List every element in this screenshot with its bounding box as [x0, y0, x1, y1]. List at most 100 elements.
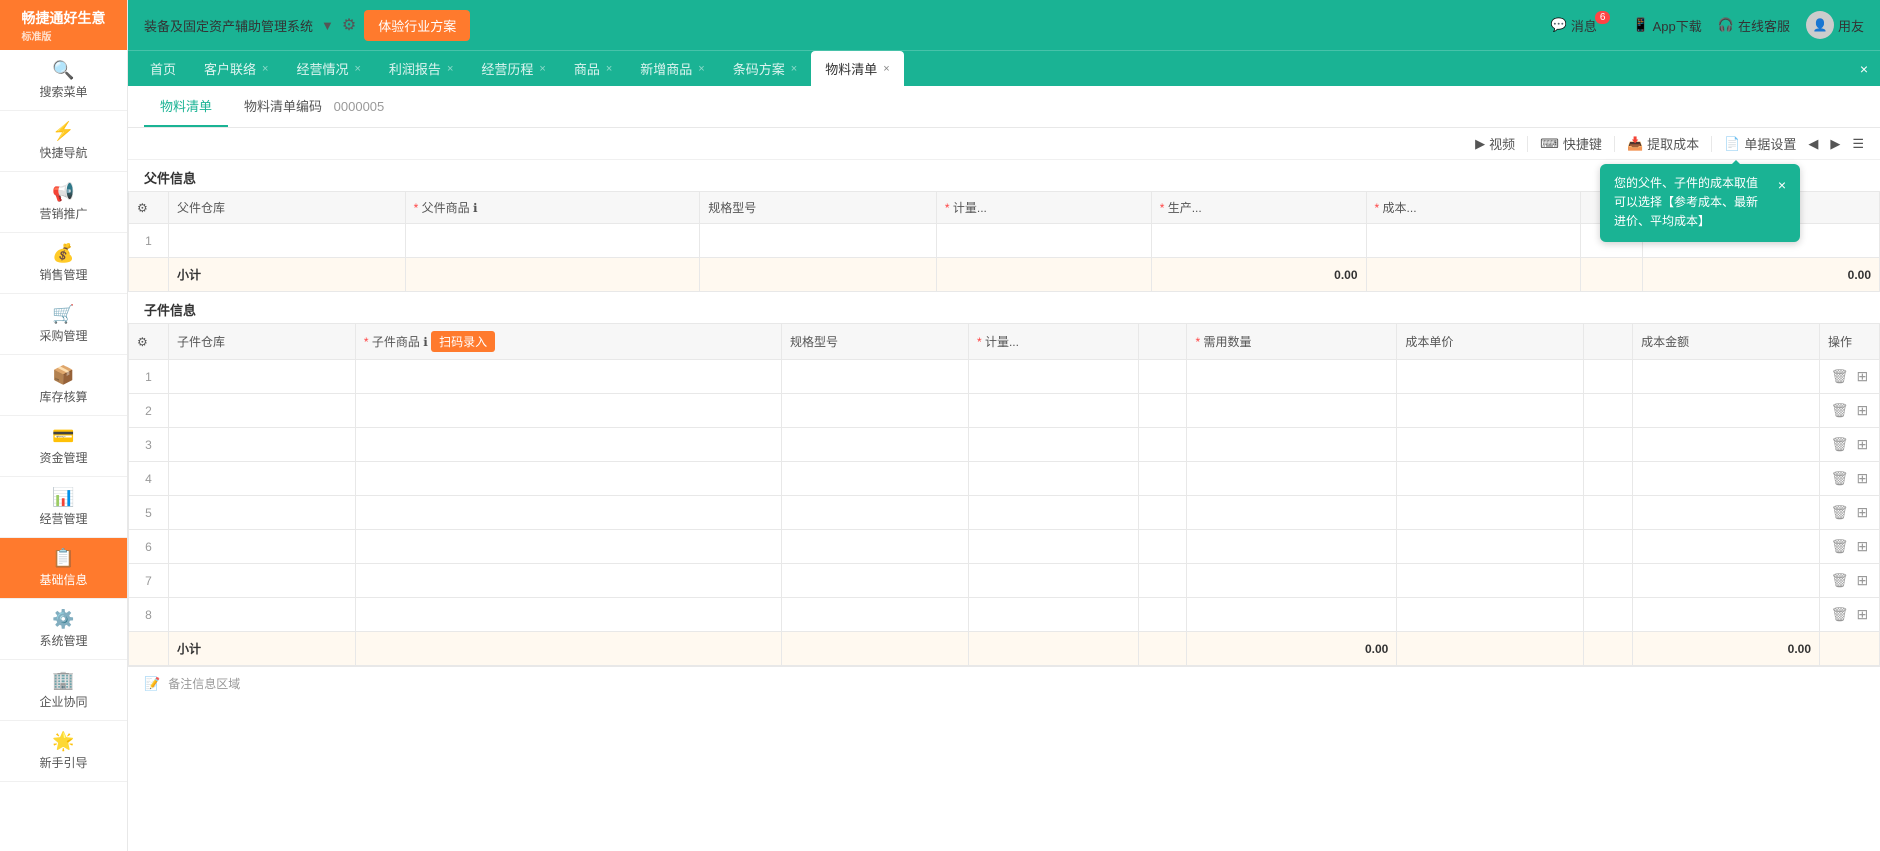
tab-close-客户联络[interactable]: ×	[262, 63, 268, 75]
child-row-2-unit-cost[interactable]	[1397, 394, 1584, 428]
delete-icon-4[interactable]: 🗑	[1831, 470, 1849, 487]
child-row-8-unit[interactable]	[968, 598, 1138, 632]
child-row-6-spec[interactable]	[782, 530, 969, 564]
child-row-8-product[interactable]	[355, 598, 781, 632]
child-row-7-product[interactable]	[355, 564, 781, 598]
copy-icon-7[interactable]: ⊞	[1857, 572, 1869, 589]
child-row-3-product[interactable]	[355, 428, 781, 462]
sidebar-item-basic-info[interactable]: 📋基础信息	[0, 538, 127, 599]
sidebar-item-quick-nav[interactable]: ⚡快捷导航	[0, 111, 127, 172]
child-col-settings[interactable]: ⚙	[129, 324, 169, 360]
nav-tab-经营情况[interactable]: 经营情况×	[282, 51, 374, 86]
copy-icon-4[interactable]: ⊞	[1857, 470, 1869, 487]
child-row-5-warehouse[interactable]	[169, 496, 356, 530]
child-row-7-warehouse[interactable]	[169, 564, 356, 598]
delete-icon-2[interactable]: 🗑	[1831, 402, 1849, 419]
video-button[interactable]: ▶ 视频	[1475, 134, 1515, 153]
child-row-4-qty[interactable]	[1187, 462, 1397, 496]
prev-button[interactable]: ◀	[1808, 136, 1818, 152]
delete-icon-6[interactable]: 🗑	[1831, 538, 1849, 555]
child-row-6-unit[interactable]	[968, 530, 1138, 564]
tab-close-利润报告[interactable]: ×	[447, 63, 453, 75]
system-dropdown-icon[interactable]: ▼	[321, 18, 334, 33]
child-row-3-warehouse[interactable]	[169, 428, 356, 462]
sidebar-item-search[interactable]: 🔍搜索菜单	[0, 50, 127, 111]
child-row-8-spec[interactable]	[782, 598, 969, 632]
delete-icon-8[interactable]: 🗑	[1831, 606, 1849, 623]
delete-icon-5[interactable]: 🗑	[1831, 504, 1849, 521]
nav-tab-物料清单[interactable]: 物料清单×	[811, 51, 903, 86]
extract-cost-button[interactable]: 📥 提取成本	[1627, 134, 1699, 153]
tab-close-商品[interactable]: ×	[606, 63, 612, 75]
online-service-action[interactable]: 🎧 在线客服	[1718, 16, 1790, 35]
child-row-4-unit-cost[interactable]	[1397, 462, 1584, 496]
child-row-5-unit-cost[interactable]	[1397, 496, 1584, 530]
child-row-2-qty[interactable]	[1187, 394, 1397, 428]
child-row-7-unit-cost[interactable]	[1397, 564, 1584, 598]
app-download-action[interactable]: 📱 App下载	[1632, 16, 1701, 35]
child-row-3-unit[interactable]	[968, 428, 1138, 462]
sub-tab-bom-code[interactable]: 物料清单编码 0000005	[228, 86, 400, 127]
tab-close-物料清单[interactable]: ×	[883, 63, 889, 75]
child-row-5-spec[interactable]	[782, 496, 969, 530]
trial-button[interactable]: 体验行业方案	[364, 10, 470, 41]
nav-tab-首页[interactable]: 首页	[136, 51, 190, 86]
child-row-2-unit[interactable]	[968, 394, 1138, 428]
sidebar-item-marketing[interactable]: 📢营销推广	[0, 172, 127, 233]
settings-icon[interactable]: ⚙	[342, 15, 356, 35]
tab-close-经营情况[interactable]: ×	[354, 63, 360, 75]
copy-icon-6[interactable]: ⊞	[1857, 538, 1869, 555]
sub-tab-bom-list[interactable]: 物料清单	[144, 86, 228, 127]
sidebar-item-inventory[interactable]: 📦库存核算	[0, 355, 127, 416]
parent-row-1-product[interactable]	[405, 224, 700, 258]
user-action[interactable]: 👤 用友	[1806, 11, 1864, 39]
nav-tab-经营历程[interactable]: 经营历程×	[467, 51, 559, 86]
nav-tab-新增商品[interactable]: 新增商品×	[626, 51, 718, 86]
shortcut-button[interactable]: ⌨ 快捷键	[1540, 134, 1602, 153]
child-row-4-product[interactable]	[355, 462, 781, 496]
child-row-4-unit[interactable]	[968, 462, 1138, 496]
child-row-8-qty[interactable]	[1187, 598, 1397, 632]
copy-icon-8[interactable]: ⊞	[1857, 606, 1869, 623]
sidebar-item-guide[interactable]: 🌟新手引导	[0, 721, 127, 782]
child-row-1-qty[interactable]	[1187, 360, 1397, 394]
tab-close-新增商品[interactable]: ×	[698, 63, 704, 75]
parent-row-1-spec[interactable]	[700, 224, 937, 258]
delete-icon-1[interactable]: 🗑	[1831, 368, 1849, 385]
nav-tab-客户联络[interactable]: 客户联络×	[190, 51, 282, 86]
child-row-6-warehouse[interactable]	[169, 530, 356, 564]
child-row-8-unit-cost[interactable]	[1397, 598, 1584, 632]
child-row-3-qty[interactable]	[1187, 428, 1397, 462]
copy-icon-5[interactable]: ⊞	[1857, 504, 1869, 521]
child-row-6-qty[interactable]	[1187, 530, 1397, 564]
parent-row-1-production[interactable]	[1151, 224, 1366, 258]
tab-close-条码方案[interactable]: ×	[791, 63, 797, 75]
tooltip-close-button[interactable]: ×	[1778, 174, 1786, 196]
child-row-5-unit[interactable]	[968, 496, 1138, 530]
child-row-4-warehouse[interactable]	[169, 462, 356, 496]
child-row-3-spec[interactable]	[782, 428, 969, 462]
sidebar-item-purchase[interactable]: 🛒采购管理	[0, 294, 127, 355]
child-row-8-warehouse[interactable]	[169, 598, 356, 632]
message-action[interactable]: 💬 消息 6	[1551, 16, 1617, 35]
sidebar-item-system[interactable]: ⚙️系统管理	[0, 599, 127, 660]
child-row-2-spec[interactable]	[782, 394, 969, 428]
sidebar-item-sales[interactable]: 💰销售管理	[0, 233, 127, 294]
child-row-5-product[interactable]	[355, 496, 781, 530]
scan-button[interactable]: 扫码录入	[431, 331, 495, 352]
delete-icon-3[interactable]: 🗑	[1831, 436, 1849, 453]
child-row-1-spec[interactable]	[782, 360, 969, 394]
nav-tab-利润报告[interactable]: 利润报告×	[375, 51, 467, 86]
nav-tab-商品[interactable]: 商品×	[560, 51, 626, 86]
sidebar-item-operations[interactable]: 📊经营管理	[0, 477, 127, 538]
child-row-5-qty[interactable]	[1187, 496, 1397, 530]
delete-icon-7[interactable]: 🗑	[1831, 572, 1849, 589]
sidebar-item-enterprise[interactable]: 🏢企业协同	[0, 660, 127, 721]
close-all-tabs[interactable]: ×	[1856, 57, 1872, 81]
child-row-1-warehouse[interactable]	[169, 360, 356, 394]
list-view-button[interactable]: ☰	[1852, 136, 1864, 152]
child-row-7-qty[interactable]	[1187, 564, 1397, 598]
child-row-2-warehouse[interactable]	[169, 394, 356, 428]
next-button[interactable]: ▶	[1830, 136, 1840, 152]
child-row-6-product[interactable]	[355, 530, 781, 564]
